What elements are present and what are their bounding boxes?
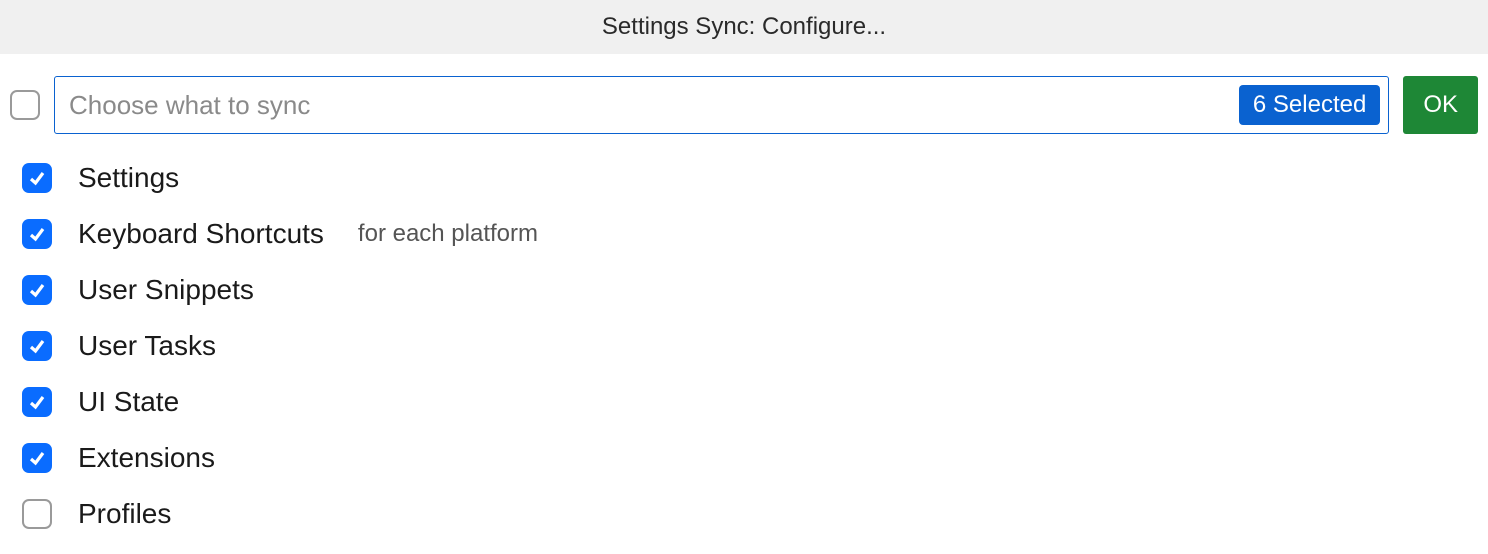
list-item[interactable]: UI State: [22, 386, 1478, 418]
sync-items-list: Settings Keyboard Shortcuts for each platf…: [0, 134, 1488, 530]
item-sublabel: for each platform: [358, 220, 538, 248]
list-item[interactable]: Profiles: [22, 498, 1478, 530]
list-item[interactable]: User Tasks: [22, 330, 1478, 362]
item-checkbox[interactable]: [22, 443, 52, 473]
list-item[interactable]: Extensions: [22, 442, 1478, 474]
item-checkbox[interactable]: [22, 387, 52, 417]
item-checkbox[interactable]: [22, 331, 52, 361]
item-label: Profiles: [78, 498, 171, 530]
dialog-header: Settings Sync: Configure...: [0, 0, 1488, 54]
list-item[interactable]: User Snippets: [22, 274, 1478, 306]
item-checkbox[interactable]: [22, 275, 52, 305]
item-label: Extensions: [78, 442, 215, 474]
item-label: Settings: [78, 162, 179, 194]
list-item[interactable]: Settings: [22, 162, 1478, 194]
ok-button[interactable]: OK: [1403, 76, 1478, 134]
item-checkbox[interactable]: [22, 163, 52, 193]
list-item[interactable]: Keyboard Shortcuts for each platform: [22, 218, 1478, 250]
item-label: User Snippets: [78, 274, 254, 306]
item-label: UI State: [78, 386, 179, 418]
item-label: User Tasks: [78, 330, 216, 362]
selected-count-badge: 6 Selected: [1239, 85, 1380, 125]
filter-input[interactable]: [69, 90, 1229, 121]
dialog-title: Settings Sync: Configure...: [602, 13, 886, 41]
item-checkbox[interactable]: [22, 219, 52, 249]
filter-input-wrap: 6 Selected: [54, 76, 1389, 134]
controls-row: 6 Selected OK: [0, 54, 1488, 134]
item-label: Keyboard Shortcuts: [78, 218, 324, 250]
select-all-checkbox[interactable]: [10, 90, 40, 120]
item-checkbox[interactable]: [22, 499, 52, 529]
